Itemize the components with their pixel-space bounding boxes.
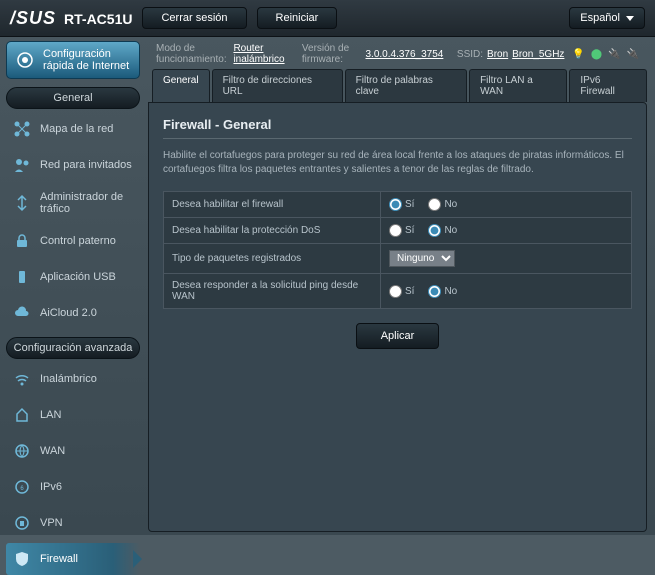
row-enable-dos: Desea habilitar la protección DoS Sí No [164,218,632,244]
tab-general[interactable]: General [152,69,210,102]
lan-icon [12,405,32,425]
fw-label: Versión de firmware: [302,43,362,65]
radio-yes[interactable]: Sí [389,224,414,237]
sidebar-item-vpn[interactable]: VPN [6,507,140,539]
row-label: Tipo de paquetes registrados [164,244,381,274]
ipv6-icon: 6 [12,477,32,497]
sidebar-item-label: Administrador de tráfico [40,191,134,215]
vpn-icon [12,513,32,533]
bulb-icon[interactable]: 💡 [572,49,584,60]
sidebar-item-traffic-manager[interactable]: Administrador de tráfico [6,185,140,221]
gear-globe-icon [15,50,35,70]
section-general: General [6,87,140,109]
traffic-icon [12,193,32,213]
topbar: /SUS RT-AC51U Cerrar sesión Reiniciar Es… [0,0,655,37]
sidebar-item-label: LAN [40,409,61,421]
tab-lan-wan-filter[interactable]: Filtro LAN a WAN [469,69,567,102]
reboot-button[interactable]: Reiniciar [257,7,338,29]
sidebar-item-guest-network[interactable]: Red para invitados [6,149,140,181]
sidebar-item-network-map[interactable]: Mapa de la red [6,113,140,145]
packet-type-select[interactable]: Ninguno [389,250,455,267]
radio-no[interactable]: No [428,198,457,211]
sidebar-item-label: VPN [40,517,63,529]
panel-title: Firewall - General [163,117,632,132]
model-name: RT-AC51U [64,11,132,27]
tab-url-filter[interactable]: Filtro de direcciones URL [212,69,343,102]
sidebar-item-wan[interactable]: WAN [6,435,140,467]
radio-yes[interactable]: Sí [389,285,414,298]
sidebar-item-label: Inalámbrico [40,373,97,385]
fw-value[interactable]: 3.0.0.4.376_3754 [366,49,444,60]
sidebar-item-label: WAN [40,445,65,457]
sidebar-item-label: IPv6 [40,481,62,493]
brand: /SUS RT-AC51U [10,8,132,29]
sidebar-item-ipv6[interactable]: 6 IPv6 [6,471,140,503]
sidebar-item-wireless[interactable]: Inalámbrico [6,363,140,395]
link-icon[interactable]: ⬤ [591,49,602,60]
qis-button[interactable]: Configuración rápida de Internet [6,41,140,79]
guest-network-icon [12,155,32,175]
language-selector[interactable]: Español [569,7,645,29]
sidebar-item-label: Control paterno [40,235,116,247]
row-ping-wan: Desea responder a la solicitud ping desd… [164,274,632,309]
sidebar: Configuración rápida de Internet General… [0,37,144,540]
content: Modo de funcionamiento: Router inalámbri… [144,37,655,540]
panel-firewall-general: Firewall - General Habilite el cortafueg… [148,102,647,532]
status-icons: 💡 ⬤ 🔌 🔌 [572,49,639,60]
radio-no[interactable]: No [428,285,457,298]
brand-logo: /SUS [10,8,56,29]
usb2-status-icon[interactable]: 🔌 [627,49,639,60]
globe-icon [12,441,32,461]
shield-icon [12,549,32,569]
section-advanced: Configuración avanzada [6,337,140,359]
sidebar-item-label: Red para invitados [40,159,132,171]
language-label: Español [580,12,620,24]
ssid-label: SSID: [457,49,483,60]
row-enable-firewall: Desea habilitar el firewall Sí No [164,192,632,218]
lock-icon [12,231,32,251]
logout-button[interactable]: Cerrar sesión [142,7,246,29]
tab-ipv6-firewall[interactable]: IPv6 Firewall [569,69,647,102]
usb-status-icon[interactable]: 🔌 [608,49,620,60]
sidebar-item-label: Firewall [40,553,78,565]
cloud-icon [12,303,32,323]
infobar: Modo de funcionamiento: Router inalámbri… [148,41,647,69]
sidebar-item-usb-app[interactable]: Aplicación USB [6,261,140,293]
apply-button[interactable]: Aplicar [356,323,440,349]
network-map-icon [12,119,32,139]
chevron-down-icon [626,16,634,21]
sidebar-item-label: AiCloud 2.0 [40,307,97,319]
qis-label: Configuración rápida de Internet [43,48,131,72]
radio-no[interactable]: No [428,224,457,237]
row-label: Desea habilitar el firewall [164,192,381,218]
sidebar-item-label: Aplicación USB [40,271,116,283]
row-packet-type: Tipo de paquetes registrados Ninguno [164,244,632,274]
settings-table: Desea habilitar el firewall Sí No Desea … [163,191,632,309]
mode-label: Modo de funcionamiento: [156,43,229,65]
wifi-icon [12,369,32,389]
tabs: General Filtro de direcciones URL Filtro… [148,69,647,102]
sidebar-item-lan[interactable]: LAN [6,399,140,431]
sidebar-item-parental-control[interactable]: Control paterno [6,225,140,257]
usb-icon [12,267,32,287]
tab-keyword-filter[interactable]: Filtro de palabras clave [345,69,467,102]
sidebar-item-firewall[interactable]: Firewall [6,543,140,575]
radio-yes[interactable]: Sí [389,198,414,211]
sidebar-item-label: Mapa de la red [40,123,113,135]
row-label: Desea responder a la solicitud ping desd… [164,274,381,309]
mode-value[interactable]: Router inalámbrico [233,43,288,65]
row-label: Desea habilitar la protección DoS [164,218,381,244]
panel-description: Habilite el cortafuegos para proteger su… [163,149,632,177]
svg-text:6: 6 [20,486,24,492]
ssid-1[interactable]: Bron [487,49,508,60]
sidebar-item-aicloud[interactable]: AiCloud 2.0 [6,297,140,329]
ssid-2[interactable]: Bron_5GHz [512,49,564,60]
